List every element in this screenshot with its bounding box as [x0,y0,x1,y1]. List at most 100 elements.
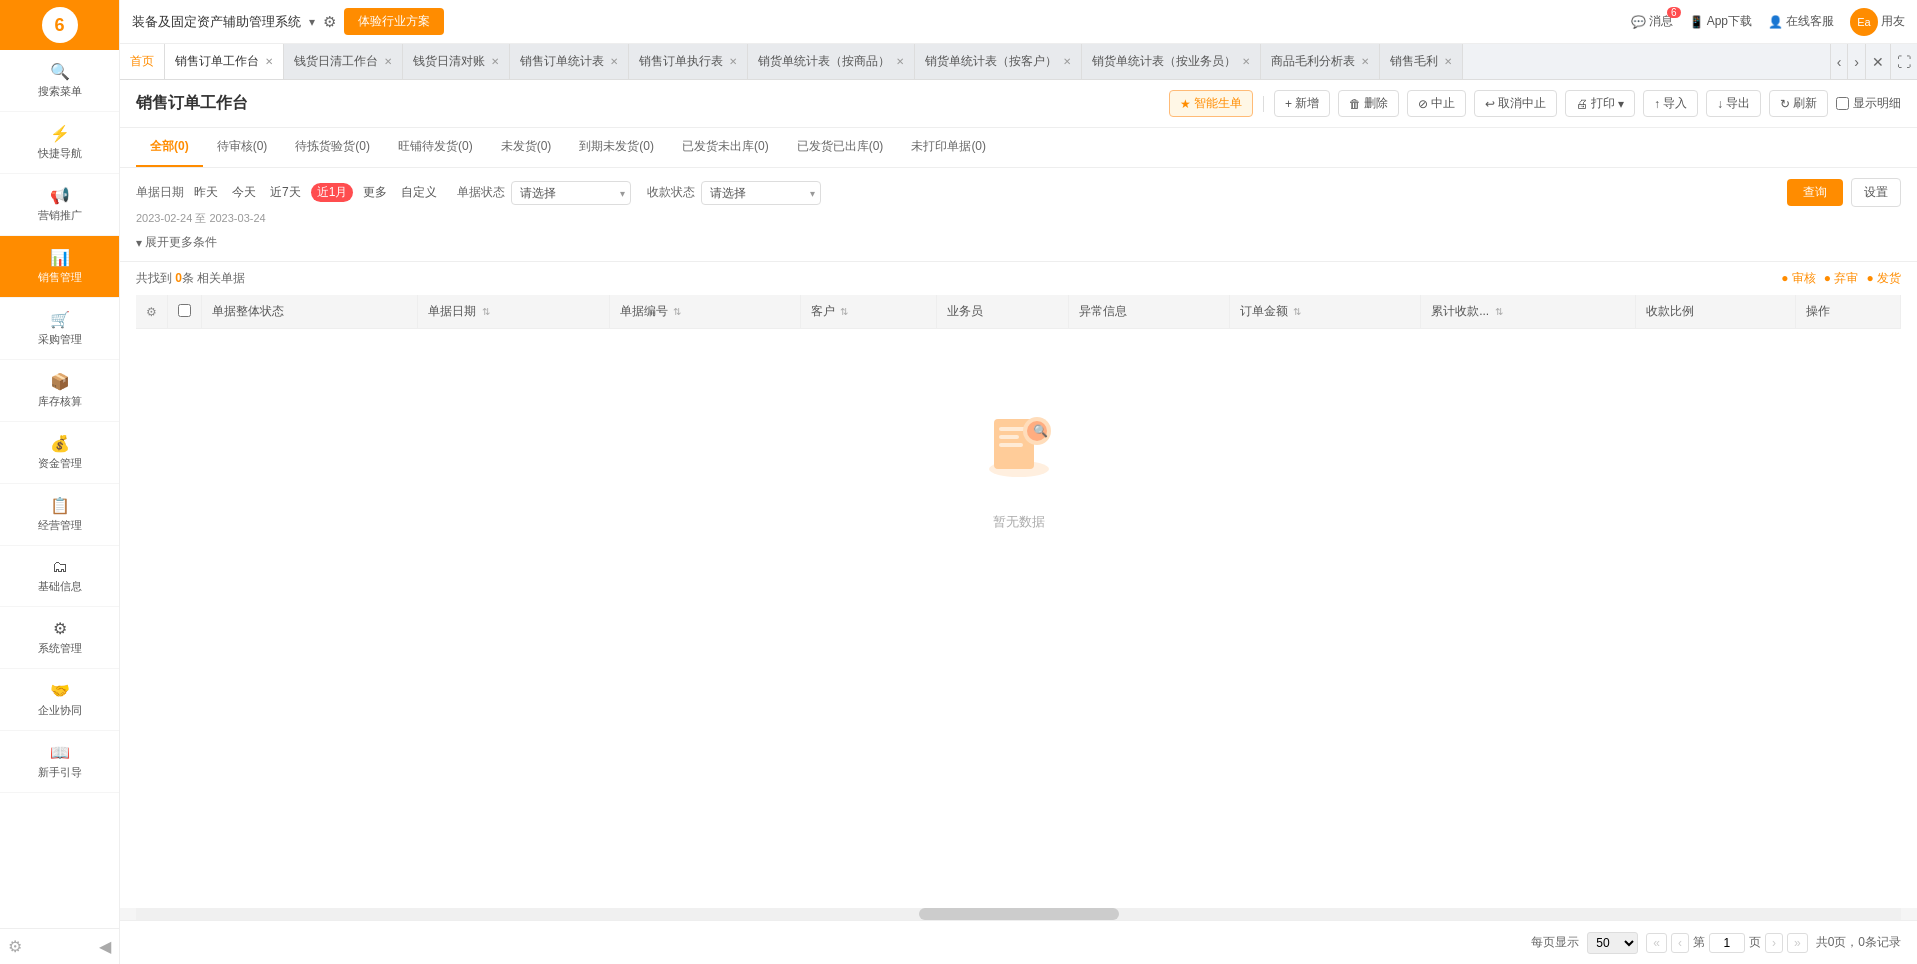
tab-sales-profit[interactable]: 销售毛利✕ [1380,44,1463,80]
date-custom[interactable]: 自定义 [397,182,441,203]
system-dropdown[interactable]: ▾ [309,15,315,29]
expand-button[interactable]: ▾ 展开更多条件 [136,234,1901,251]
th-number[interactable]: 单据编号 ⇅ [609,295,800,329]
sub-tab-not-shipped[interactable]: 未发货(0) [487,128,566,167]
page-size-select[interactable]: 50 10 20 100 [1587,932,1638,954]
sidebar-item-quick-nav[interactable]: ⚡快捷导航 [0,112,119,174]
tab-sales-exec[interactable]: 销售订单执行表✕ [629,44,748,80]
show-detail-toggle[interactable]: 显示明细 [1836,95,1901,112]
next-page-btn[interactable]: › [1765,933,1783,953]
collapse-icon[interactable]: ◀ [99,937,111,956]
payment-select[interactable]: 请选择 [701,181,821,205]
tab-close-sales-stat[interactable]: ✕ [610,56,618,67]
system-icon: ⚙ [53,619,67,638]
sidebar-item-system[interactable]: ⚙系统管理 [0,607,119,669]
tab-close-profit-analysis[interactable]: ✕ [1361,56,1369,67]
sub-tab-shipped-not-stored[interactable]: 已发货未出库(0) [668,128,783,167]
tab-close-sales-stat-product[interactable]: ✕ [896,56,904,67]
tab-cash-daily[interactable]: 钱货日清工作台✕ [284,44,403,80]
sidebar-item-guide[interactable]: 📖新手引导 [0,731,119,793]
tab-close-sales-stat-customer[interactable]: ✕ [1063,56,1071,67]
gear-icon[interactable]: ⚙ [323,13,336,31]
tab-profit-analysis[interactable]: 商品毛利分析表✕ [1261,44,1380,80]
sidebar-item-purchase[interactable]: 🛒采购管理 [0,298,119,360]
tab-sales-stat-product[interactable]: 销货单统计表（按商品）✕ [748,44,915,80]
sidebar-item-inventory[interactable]: 📦库存核算 [0,360,119,422]
date-7days[interactable]: 近7天 [266,182,305,203]
tab-close-all[interactable]: ✕ [1865,44,1890,80]
tab-close-sales-order[interactable]: ✕ [265,56,273,67]
tab-sales-order[interactable]: 销售订单工作台✕ [165,44,284,80]
app-download-item[interactable]: 📱 App下载 [1689,13,1752,30]
tab-close-cash-daily[interactable]: ✕ [384,56,392,67]
tab-scroll-right[interactable]: › [1847,44,1865,80]
page-nav: « ‹ 第 页 › » [1646,933,1807,953]
sidebar-item-enterprise[interactable]: 🤝企业协同 [0,669,119,731]
sub-tab-wangpu-ship[interactable]: 旺铺待发货(0) [384,128,487,167]
add-button[interactable]: + 新增 [1274,90,1330,117]
sub-tab-all[interactable]: 全部(0) [136,128,203,167]
th-amount[interactable]: 订单金额 ⇅ [1229,295,1420,329]
th-received[interactable]: 累计收款... ⇅ [1421,295,1636,329]
th-checkbox[interactable] [168,295,202,329]
sidebar-item-base[interactable]: 🗂基础信息 [0,546,119,607]
refresh-button[interactable]: ↻ 刷新 [1769,90,1828,117]
bulk-review-btn[interactable]: ● 审核 [1781,270,1816,287]
date-yesterday[interactable]: 昨天 [190,182,222,203]
print-button[interactable]: 🖨 打印 ▾ [1565,90,1635,117]
sub-tab-overdue-unshipped[interactable]: 到期未发货(0) [565,128,668,167]
sub-tab-pending-review[interactable]: 待审核(0) [203,128,282,167]
export-button[interactable]: ↓ 导出 [1706,90,1761,117]
cancel-stop-button[interactable]: ↩ 取消中止 [1474,90,1557,117]
sidebar-item-operations[interactable]: 📋经营管理 [0,484,119,546]
sub-tab-pending-inspect[interactable]: 待拣货验货(0) [281,128,384,167]
sidebar-item-sales[interactable]: 📊销售管理 [0,236,119,298]
sidebar-item-search[interactable]: 🔍搜索菜单 [0,50,119,112]
message-item[interactable]: 💬 消息 6 [1631,13,1673,30]
settings-icon[interactable]: ⚙ [8,937,22,956]
sidebar-item-finance[interactable]: 💰资金管理 [0,422,119,484]
tab-home[interactable]: 首页 [120,44,165,80]
select-all-checkbox[interactable] [178,304,191,317]
tab-close-sales-profit[interactable]: ✕ [1444,56,1452,67]
user-item[interactable]: Ea 用友 [1850,8,1905,36]
set-button[interactable]: 设置 [1851,178,1901,207]
tab-sales-stat-staff[interactable]: 销货单统计表（按业务员）✕ [1082,44,1261,80]
date-today[interactable]: 今天 [228,182,260,203]
th-settings[interactable]: ⚙ [136,295,168,329]
th-customer[interactable]: 客户 ⇅ [801,295,937,329]
last-page-btn[interactable]: » [1787,933,1808,953]
tab-fullscreen[interactable]: ⛶ [1890,44,1917,80]
scroll-bar[interactable] [136,908,1901,920]
first-page-btn[interactable]: « [1646,933,1667,953]
tab-sales-stat[interactable]: 销售订单统计表✕ [510,44,629,80]
logo: 6 [0,0,119,50]
sub-tab-not-printed[interactable]: 未打印单据(0) [897,128,1000,167]
date-1month[interactable]: 近1月 [311,183,354,202]
payment-select-wrapper: 请选择 [701,181,821,205]
status-select[interactable]: 请选择 [511,181,631,205]
tab-close-sales-exec[interactable]: ✕ [729,56,737,67]
bulk-abandon-btn[interactable]: ● 弃审 [1824,270,1859,287]
detail-checkbox[interactable] [1836,97,1849,110]
stop-button[interactable]: ⊘ 中止 [1407,90,1466,117]
th-date[interactable]: 单据日期 ⇅ [418,295,609,329]
online-service-item[interactable]: 👤 在线客服 [1768,13,1834,30]
solution-button[interactable]: 体验行业方案 [344,8,444,35]
sidebar-item-marketing[interactable]: 📢营销推广 [0,174,119,236]
tab-close-sales-stat-staff[interactable]: ✕ [1242,56,1250,67]
query-button[interactable]: 查询 [1787,179,1843,206]
prev-page-btn[interactable]: ‹ [1671,933,1689,953]
page-input[interactable] [1709,933,1745,953]
import-button[interactable]: ↑ 导入 [1643,90,1698,117]
tab-close-cash-reconcile[interactable]: ✕ [491,56,499,67]
sub-tab-shipped-stored[interactable]: 已发货已出库(0) [783,128,898,167]
date-more[interactable]: 更多 [359,182,391,203]
tab-cash-reconcile[interactable]: 钱货日清对账✕ [403,44,510,80]
tab-sales-stat-customer[interactable]: 销货单统计表（按客户）✕ [915,44,1082,80]
bulk-ship-btn[interactable]: ● 发货 [1866,270,1901,287]
smart-gen-button[interactable]: ★ 智能生单 [1169,90,1253,117]
print-dropdown[interactable]: ▾ [1618,97,1624,111]
tab-scroll-left[interactable]: ‹ [1830,44,1848,80]
delete-button[interactable]: 🗑 删除 [1338,90,1399,117]
